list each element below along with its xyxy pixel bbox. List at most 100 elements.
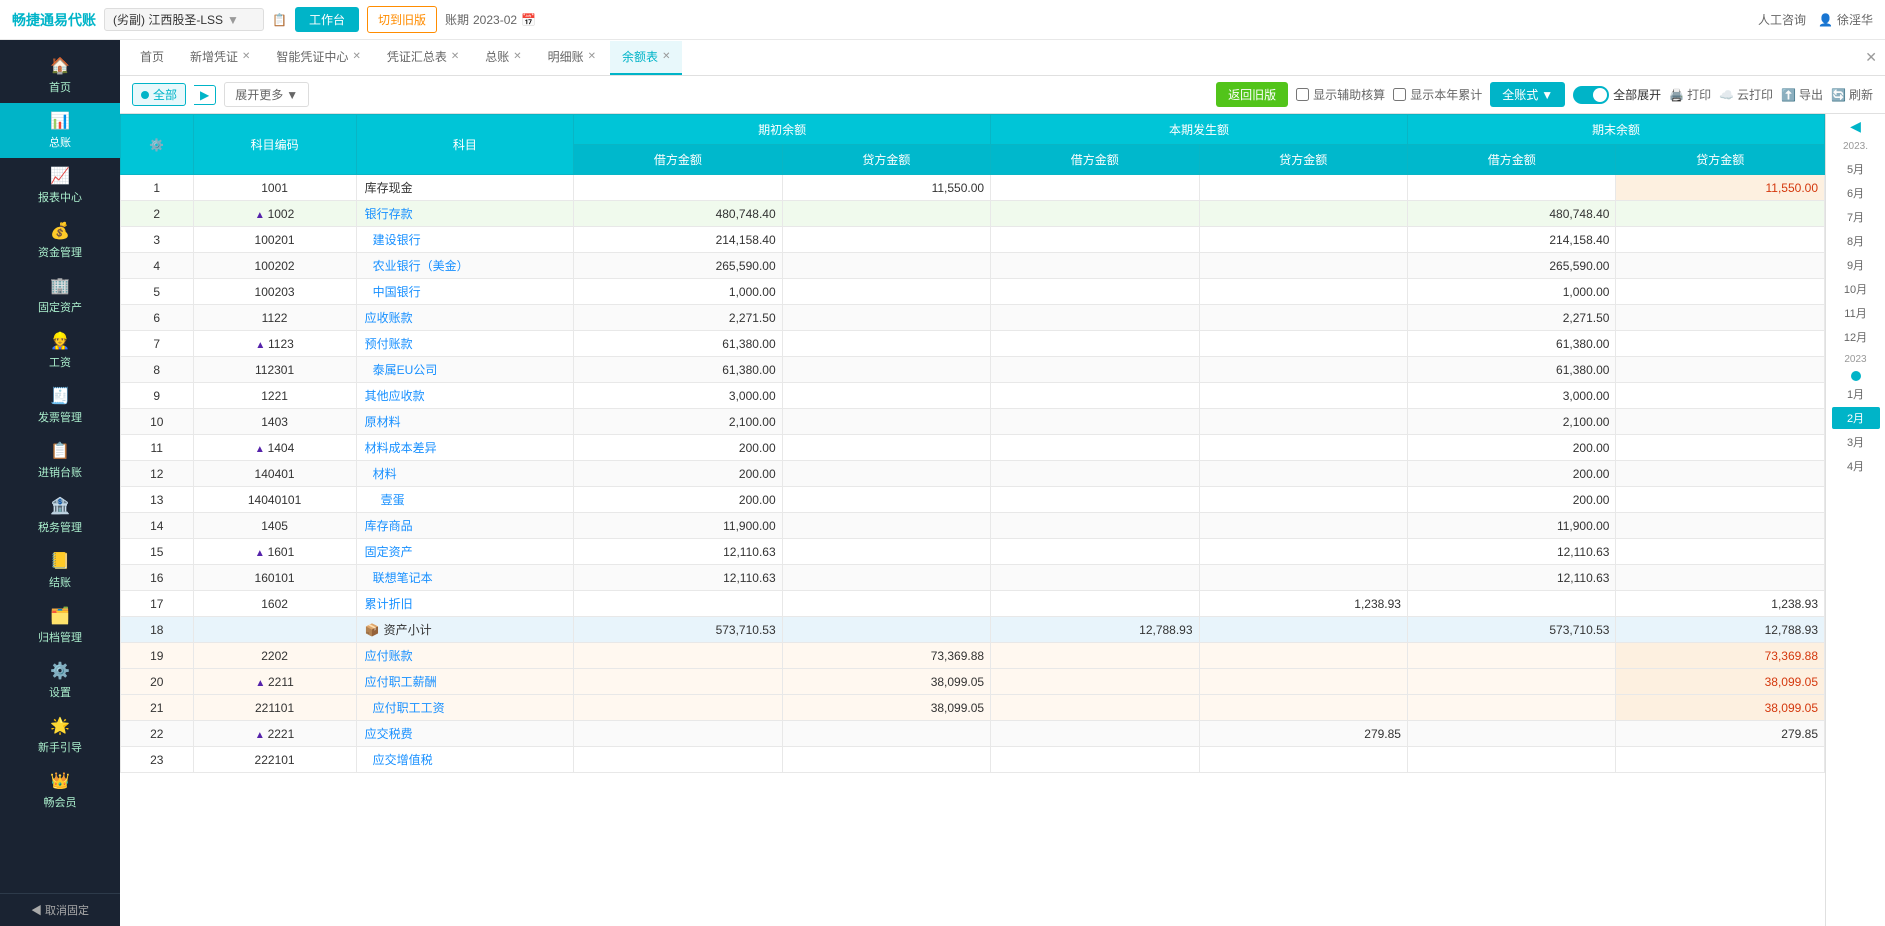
- copy-icon[interactable]: 📋: [272, 13, 287, 27]
- month-11[interactable]: 11月: [1832, 302, 1880, 324]
- month-5[interactable]: 5月: [1832, 158, 1880, 180]
- tab-smart-voucher[interactable]: 智能凭证中心 ✕: [264, 41, 372, 75]
- account-link[interactable]: 预付账款: [365, 337, 413, 351]
- sidebar-item-member[interactable]: 👑 畅会员: [0, 763, 120, 818]
- filter-tag-all[interactable]: 全部: [132, 83, 186, 106]
- ai-consult[interactable]: 人工咨询: [1758, 11, 1806, 28]
- month-12[interactable]: 12月: [1832, 326, 1880, 348]
- row-name[interactable]: 银行存款: [356, 201, 574, 227]
- refresh-action[interactable]: 🔄 刷新: [1831, 86, 1873, 103]
- expand-more-button[interactable]: 展开更多 ▼: [224, 82, 309, 107]
- checkbox-auxiliary-input[interactable]: [1296, 88, 1309, 101]
- sidebar-item-invoice[interactable]: 🧾 发票管理: [0, 378, 120, 433]
- row-name[interactable]: 材料: [356, 461, 574, 487]
- account-link[interactable]: 泰属EU公司: [373, 363, 438, 377]
- checkbox-auxiliary[interactable]: 显示辅助核算: [1296, 86, 1385, 103]
- account-link[interactable]: 农业银行（美金）: [373, 259, 469, 273]
- tab-balance[interactable]: 余额表 ✕: [610, 41, 682, 75]
- row-name[interactable]: 材料成本差异: [356, 435, 574, 461]
- row-name[interactable]: 中国银行: [356, 279, 574, 305]
- month-2[interactable]: 2月: [1832, 407, 1880, 429]
- col-settings[interactable]: ⚙️: [121, 115, 194, 175]
- row-name[interactable]: 原材料: [356, 409, 574, 435]
- row-name[interactable]: 农业银行（美金）: [356, 253, 574, 279]
- tab-close-all[interactable]: ✕: [1865, 49, 1877, 66]
- row-name[interactable]: 应付账款: [356, 643, 574, 669]
- tab-balance-close[interactable]: ✕: [662, 51, 670, 62]
- row-name[interactable]: 其他应收款: [356, 383, 574, 409]
- tab-detail-ledger-close[interactable]: ✕: [588, 51, 596, 62]
- tab-general-ledger[interactable]: 总账 ✕: [473, 41, 533, 75]
- account-link[interactable]: 原材料: [365, 415, 401, 429]
- account-link[interactable]: 中国银行: [373, 285, 421, 299]
- sidebar-item-payroll[interactable]: 👷 工资: [0, 323, 120, 378]
- expand-icon[interactable]: ▲: [255, 678, 268, 689]
- account-link[interactable]: 应付职工薪酬: [365, 675, 437, 689]
- row-name[interactable]: 预付账款: [356, 331, 574, 357]
- toggle-switch[interactable]: [1573, 86, 1609, 104]
- account-link[interactable]: 材料成本差异: [365, 441, 437, 455]
- sidebar-item-assets[interactable]: 🏢 固定资产: [0, 268, 120, 323]
- tab-home[interactable]: 首页: [128, 41, 176, 75]
- sidebar-item-ledger[interactable]: 📊 总账: [0, 103, 120, 158]
- filter-expand-arrow[interactable]: ▶: [194, 85, 216, 105]
- account-link[interactable]: 累计折旧: [365, 597, 413, 611]
- expand-all-toggle[interactable]: 全部展开: [1573, 86, 1661, 104]
- month-3[interactable]: 3月: [1832, 431, 1880, 453]
- tab-general-ledger-close[interactable]: ✕: [513, 51, 521, 62]
- row-name[interactable]: 固定资产: [356, 539, 574, 565]
- row-name[interactable]: 泰属EU公司: [356, 357, 574, 383]
- account-link[interactable]: 固定资产: [365, 545, 413, 559]
- row-name[interactable]: 应付职工工资: [356, 695, 574, 721]
- sidebar-bottom-unpin[interactable]: ◀ 取消固定: [0, 893, 120, 926]
- row-name[interactable]: 建设银行: [356, 227, 574, 253]
- account-link[interactable]: 应交增值税: [373, 753, 433, 767]
- cloud-print-action[interactable]: ☁️ 云打印: [1719, 86, 1773, 103]
- right-panel-expand[interactable]: ◀: [1850, 118, 1861, 135]
- row-name[interactable]: 应收账款: [356, 305, 574, 331]
- sidebar-item-guide[interactable]: 🌟 新手引导: [0, 708, 120, 763]
- user-info[interactable]: 👤 徐淫华: [1818, 11, 1873, 28]
- account-link[interactable]: 联想笔记本: [373, 571, 433, 585]
- expand-icon[interactable]: ▲: [255, 444, 268, 455]
- sidebar-item-settings[interactable]: ⚙️ 设置: [0, 653, 120, 708]
- account-link[interactable]: 材料: [373, 467, 397, 481]
- expand-icon[interactable]: ▲: [255, 340, 268, 351]
- row-name[interactable]: 联想笔记本: [356, 565, 574, 591]
- expand-icon[interactable]: ▲: [255, 210, 268, 221]
- account-link[interactable]: 应付职工工资: [373, 701, 445, 715]
- tab-new-voucher-close[interactable]: ✕: [242, 51, 250, 62]
- tab-voucher-summary[interactable]: 凭证汇总表 ✕: [375, 41, 471, 75]
- sidebar-item-home[interactable]: 🏠 首页: [0, 48, 120, 103]
- account-link[interactable]: 其他应收款: [365, 389, 425, 403]
- sidebar-item-closing[interactable]: 📒 结账: [0, 543, 120, 598]
- sidebar-item-funds[interactable]: 💰 资金管理: [0, 213, 120, 268]
- company-selector[interactable]: (劣副) 江西股圣-LSS ▼: [104, 8, 264, 31]
- account-link[interactable]: 库存商品: [365, 519, 413, 533]
- row-name[interactable]: 库存商品: [356, 513, 574, 539]
- switch-version-button[interactable]: 切到旧版: [367, 6, 437, 33]
- row-name[interactable]: 应付职工薪酬: [356, 669, 574, 695]
- row-name[interactable]: 应交税费: [356, 721, 574, 747]
- full-mode-button[interactable]: 全账式 ▼: [1490, 82, 1565, 107]
- sidebar-item-reports[interactable]: 📈 报表中心: [0, 158, 120, 213]
- account-link[interactable]: 应交税费: [365, 727, 413, 741]
- tab-smart-voucher-close[interactable]: ✕: [352, 51, 360, 62]
- export-action[interactable]: ⬆️ 导出: [1781, 86, 1823, 103]
- month-7[interactable]: 7月: [1832, 206, 1880, 228]
- calendar-icon[interactable]: 📅: [521, 13, 536, 27]
- expand-icon[interactable]: ▲: [255, 730, 268, 741]
- gear-icon[interactable]: ⚙️: [149, 138, 164, 152]
- month-1[interactable]: 1月: [1832, 383, 1880, 405]
- tab-voucher-summary-close[interactable]: ✕: [451, 51, 459, 62]
- month-6[interactable]: 6月: [1832, 182, 1880, 204]
- tab-detail-ledger[interactable]: 明细账 ✕: [536, 41, 608, 75]
- table-area[interactable]: ⚙️ 科目编码 科目 期初余额 本期发生额 期末余额 借方金额 贷方金额 借方金…: [120, 114, 1825, 926]
- checkbox-year-cumul[interactable]: 显示本年累计: [1393, 86, 1482, 103]
- sidebar-item-tax[interactable]: 🏦 税务管理: [0, 488, 120, 543]
- account-link[interactable]: 银行存款: [365, 207, 413, 221]
- row-name[interactable]: 累计折旧: [356, 591, 574, 617]
- sidebar-item-archive[interactable]: 🗂️ 归档管理: [0, 598, 120, 653]
- row-name[interactable]: 应交增值税: [356, 747, 574, 773]
- month-10[interactable]: 10月: [1832, 278, 1880, 300]
